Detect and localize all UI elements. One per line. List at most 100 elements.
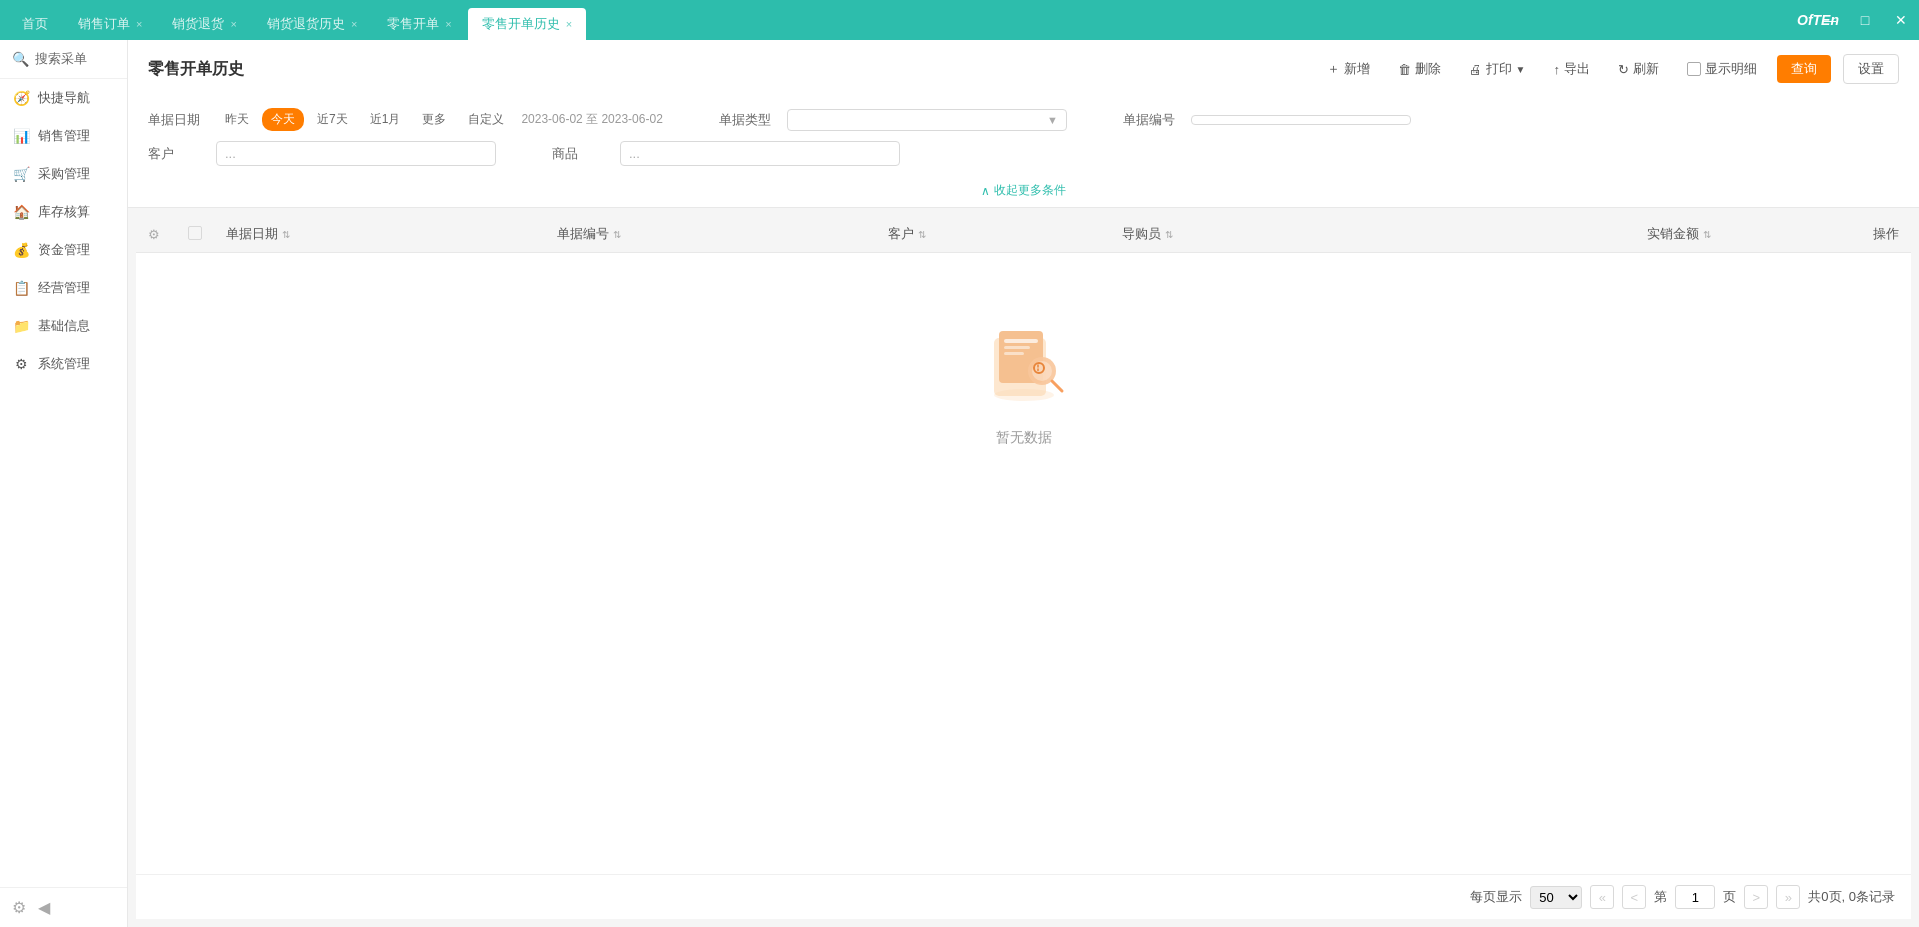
inventory-icon: 🏠 (12, 203, 30, 221)
th-number[interactable]: 单据编号⇅ (545, 216, 876, 253)
sidebar-collapse-icon[interactable]: ◀ (38, 898, 50, 917)
th-guide[interactable]: 导购员⇅ (1110, 216, 1392, 253)
tab-close-sales-return-history[interactable]: × (351, 18, 357, 30)
tab-label-retail-open-history: 零售开单历史 (482, 15, 560, 33)
sort-icon-guide[interactable]: ⇅ (1165, 229, 1173, 240)
print-button[interactable]: 🖨 打印 ▼ (1461, 56, 1534, 82)
tab-retail-open-history[interactable]: 零售开单历史 × (468, 8, 586, 40)
data-table: ⚙单据日期⇅单据编号⇅客户⇅导购员⇅实销金额⇅操作 (136, 216, 1911, 507)
first-page-button[interactable]: « (1590, 885, 1614, 909)
settings-label: 设置 (1858, 60, 1884, 78)
quick-nav-icon: 🧭 (12, 89, 30, 107)
tab-home[interactable]: 首页 (8, 8, 62, 40)
sidebar-label-purchase-mgmt: 采购管理 (38, 165, 90, 183)
export-button[interactable]: ↑ 导出 (1546, 56, 1599, 82)
query-button[interactable]: 查询 (1777, 55, 1831, 83)
sidebar-item-inventory[interactable]: 🏠 库存核算 (0, 193, 127, 231)
page-number-input[interactable] (1675, 885, 1715, 909)
tab-label-retail-open: 零售开单 (387, 15, 439, 33)
sidebar-item-sys-mgmt[interactable]: ⚙系统管理 (0, 345, 127, 383)
th-customer[interactable]: 客户 ⇅ (876, 216, 1109, 253)
header-checkbox[interactable] (188, 226, 202, 240)
refresh-icon: ↻ (1618, 62, 1629, 77)
sidebar-settings-icon[interactable]: ⚙ (12, 898, 26, 917)
delete-icon: 🗑 (1398, 62, 1411, 77)
sidebar-item-sales-mgmt[interactable]: 📊销售管理 (0, 117, 127, 155)
sidebar: 🔍 搜索采单 🧭 快捷导航 📊销售管理🛒采购管理 🏠 库存核算 💰资金管理📋经营管理📁基础… (0, 40, 128, 927)
add-button[interactable]: ＋ 新增 (1319, 56, 1378, 82)
close-button[interactable]: ✕ (1883, 0, 1919, 40)
print-label: 打印 (1486, 60, 1512, 78)
svg-rect-3 (1004, 339, 1038, 343)
date-btn-昨天[interactable]: 昨天 (216, 108, 258, 131)
page-label: 第 (1654, 888, 1667, 906)
sort-icon-number[interactable]: ⇅ (613, 229, 621, 240)
sidebar-item-operations[interactable]: 📋经营管理 (0, 269, 127, 307)
page-title: 零售开单历史 (148, 59, 244, 80)
tab-close-sales-return[interactable]: × (230, 18, 236, 30)
date-btn-近7天[interactable]: 近7天 (308, 108, 357, 131)
settings-button[interactable]: 设置 (1843, 54, 1899, 84)
type-select[interactable]: ▼ (787, 109, 1067, 131)
number-input[interactable] (1191, 115, 1411, 125)
finance-icon: 💰 (12, 241, 30, 259)
empty-row: 暂无数据 (136, 253, 1911, 508)
filter-row-1: 单据日期 昨天今天近7天近1月更多自定义 2023-06-02 至 2023-0… (148, 108, 1899, 131)
tab-sales-order[interactable]: 销售订单× (64, 8, 156, 40)
next-page-button[interactable]: > (1744, 885, 1768, 909)
sidebar-item-base-info[interactable]: 📁基础信息 (0, 307, 127, 345)
sidebar-label-quick-nav: 快捷导航 (38, 89, 90, 107)
content-area: 零售开单历史 ＋ 新增 🗑 删除 🖨 打印 ▼ (128, 40, 1919, 927)
refresh-button[interactable]: ↻ 刷新 (1610, 56, 1667, 82)
display-detail-button[interactable]: 显示明细 (1679, 56, 1765, 82)
table-container: ⚙单据日期⇅单据编号⇅客户⇅导购员⇅实销金额⇅操作 (136, 216, 1911, 874)
svg-line-8 (1052, 381, 1062, 391)
display-label: 显示明细 (1705, 60, 1757, 78)
print-arrow: ▼ (1516, 64, 1526, 75)
tab-close-retail-open-history[interactable]: × (566, 18, 572, 30)
sort-icon-customer[interactable]: ⇅ (918, 229, 926, 240)
th-date[interactable]: 单据日期 ⇅ (214, 216, 545, 253)
add-label: 新增 (1344, 60, 1370, 78)
delete-button[interactable]: 🗑 删除 (1390, 56, 1449, 82)
tab-label-sales-return-history: 销货退货历史 (267, 15, 345, 33)
sort-icon-amount[interactable]: ⇅ (1703, 229, 1711, 240)
tab-close-sales-order[interactable]: × (136, 18, 142, 30)
sidebar-item-purchase-mgmt[interactable]: 🛒采购管理 (0, 155, 127, 193)
sidebar-bottom: ⚙ ◀ (0, 887, 127, 927)
collapse-bar[interactable]: ∧ 收起更多条件 (148, 176, 1899, 207)
date-btn-自定义[interactable]: 自定义 (459, 108, 513, 131)
collapse-up-icon: ∧ (981, 184, 990, 198)
date-btn-更多[interactable]: 更多 (413, 108, 455, 131)
tabs-container: 首页销售订单×销货退货× 销货退货历史 × 零售开单 × 零售开单历史 × (8, 0, 586, 40)
customer-input[interactable]: ... (216, 141, 496, 166)
type-select-arrow: ▼ (1047, 114, 1058, 126)
pagination-bar: 每页显示 50 10 20 100 « < 第 页 > » 共0页, 0条记录 (136, 874, 1911, 919)
goods-input[interactable]: ... (620, 141, 900, 166)
date-btn-近1月[interactable]: 近1月 (361, 108, 410, 131)
sidebar-label-inventory: 库存核算 (38, 203, 90, 221)
table-head: ⚙单据日期⇅单据编号⇅客户⇅导购员⇅实销金额⇅操作 (136, 216, 1911, 253)
date-btn-今天[interactable]: 今天 (262, 108, 304, 131)
minimize-button[interactable]: — (1811, 0, 1847, 40)
sidebar-search[interactable]: 🔍 搜索采单 (0, 40, 127, 79)
tab-close-retail-open[interactable]: × (445, 18, 451, 30)
tab-sales-return-history[interactable]: 销货退货历史 × (253, 8, 371, 40)
sidebar-item-finance[interactable]: 💰资金管理 (0, 231, 127, 269)
th-label-customer: 客户 (888, 226, 914, 241)
sidebar-item-quick-nav[interactable]: 🧭 快捷导航 (0, 79, 127, 117)
th-amount[interactable]: 实销金额⇅ (1392, 216, 1723, 253)
tab-retail-open[interactable]: 零售开单 × (373, 8, 465, 40)
table-settings-icon[interactable]: ⚙ (148, 227, 160, 242)
tab-sales-return[interactable]: 销货退货× (158, 8, 250, 40)
prev-page-button[interactable]: < (1622, 885, 1646, 909)
page-size-select[interactable]: 50 10 20 100 (1530, 886, 1582, 909)
filter-row-2: 客户 ... 商品 ... (148, 141, 1899, 166)
number-filter-label: 单据编号 (1123, 111, 1183, 129)
th-label-date: 单据日期 (226, 226, 278, 241)
export-icon: ↑ (1554, 62, 1561, 77)
total-text: 共0页, 0条记录 (1808, 888, 1895, 906)
last-page-button[interactable]: » (1776, 885, 1800, 909)
maximize-button[interactable]: □ (1847, 0, 1883, 40)
sort-icon-date[interactable]: ⇅ (282, 229, 290, 240)
